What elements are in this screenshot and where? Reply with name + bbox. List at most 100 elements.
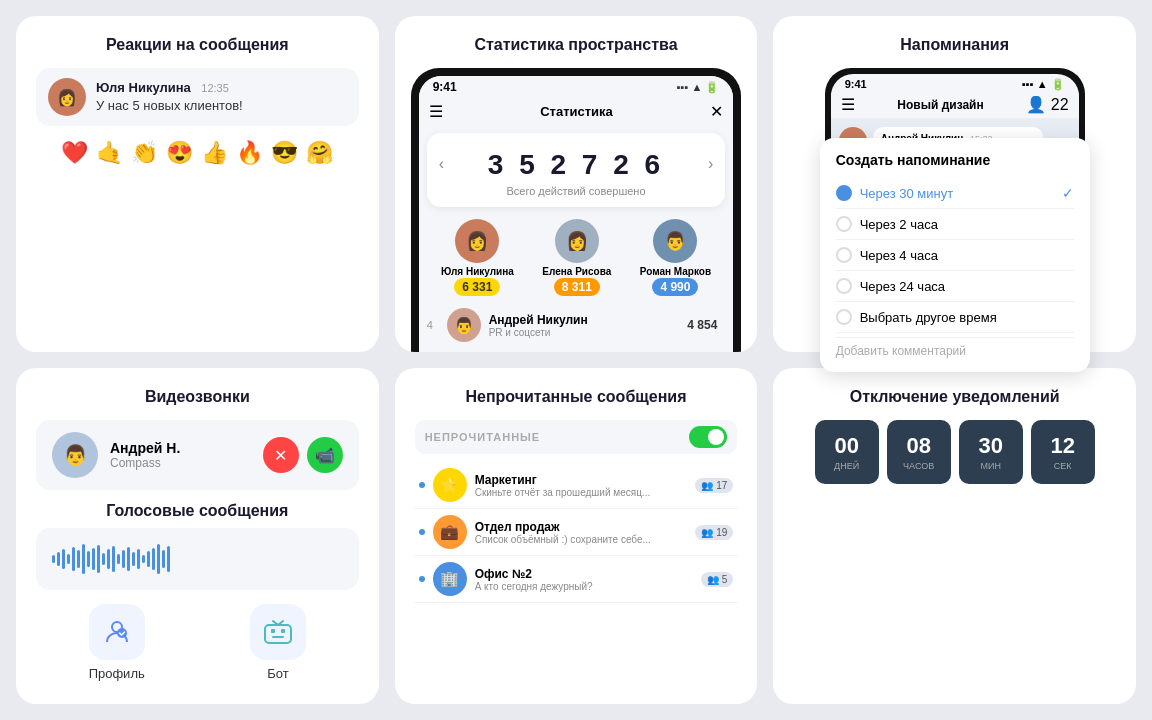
stat-panel: ‹ 3 5 2 7 2 6 › Всего действий совершено bbox=[427, 133, 726, 207]
wave-bar bbox=[52, 555, 55, 563]
r-menu-icon[interactable]: ☰ bbox=[841, 95, 855, 114]
wave-bar bbox=[77, 550, 80, 568]
option-24h[interactable]: Через 24 часа bbox=[836, 271, 1074, 302]
voice-title: Голосовые сообщения bbox=[36, 502, 359, 520]
add-comment[interactable]: Добавить комментарий bbox=[836, 337, 1074, 358]
user-list: 👩 Юля Никулина 6 331 👩 Елена Рисова 8 31… bbox=[419, 213, 734, 352]
radio-custom[interactable] bbox=[836, 309, 852, 325]
menu-icon[interactable]: ☰ bbox=[429, 102, 443, 121]
unread-dot-3 bbox=[419, 576, 425, 582]
radio-24h[interactable] bbox=[836, 278, 852, 294]
avatar-1: 👩 bbox=[455, 219, 499, 263]
wave-bar bbox=[87, 551, 90, 567]
unread-count-2: 👥 19 bbox=[695, 525, 733, 540]
message-content: Юля Никулина 12:35 У нас 5 новых клиенто… bbox=[96, 78, 243, 113]
wave-bar bbox=[127, 547, 130, 571]
unread-header: НЕПРОЧИТАННЫЕ bbox=[415, 420, 738, 454]
unread-dot-2 bbox=[419, 529, 425, 535]
wave-bar bbox=[152, 548, 155, 570]
unread-list: ⭐ Маркетинг Скиньте отчёт за прошедший м… bbox=[415, 462, 738, 603]
message-sender: Юля Никулина bbox=[96, 80, 191, 95]
user-top-2: 👩 Елена Рисова 8 311 bbox=[542, 219, 611, 295]
emoji-thumbs[interactable]: 👍 bbox=[201, 140, 228, 166]
accept-call-button[interactable]: 📹 bbox=[307, 437, 343, 473]
call-info: Андрей Н. Compass bbox=[110, 440, 251, 470]
unread-preview-2: Список объёмный :) сохраните себе... bbox=[475, 534, 688, 545]
wave-bar bbox=[62, 549, 65, 569]
radio-2h[interactable] bbox=[836, 216, 852, 232]
sender-avatar: 👩 bbox=[48, 78, 86, 116]
status-icons: ▪▪▪ ▲ 🔋 bbox=[677, 81, 720, 94]
countdown-min: 30 МИН bbox=[959, 420, 1023, 484]
name-1: Юля Никулина bbox=[441, 266, 514, 277]
option-30min-label: Через 30 минут bbox=[860, 186, 954, 201]
bot-feature[interactable]: Бот bbox=[250, 604, 306, 681]
name-2: Елена Рисова bbox=[542, 266, 611, 277]
unread-name-1: Маркетинг bbox=[475, 473, 688, 487]
profile-feature[interactable]: Профиль bbox=[89, 604, 145, 681]
message-text: У нас 5 новых клиентов! bbox=[96, 98, 243, 113]
option-4h[interactable]: Через 4 часа bbox=[836, 240, 1074, 271]
stat-number: 3 5 2 7 2 6 bbox=[488, 149, 664, 181]
radio-30min[interactable] bbox=[836, 185, 852, 201]
avatar-3: 👨 bbox=[653, 219, 697, 263]
wave-bar bbox=[157, 544, 160, 574]
emoji-cool[interactable]: 😎 bbox=[271, 140, 298, 166]
unread-count-3: 👥 5 bbox=[701, 572, 733, 587]
top-3-row: 👩 Юля Никулина 6 331 👩 Елена Рисова 8 31… bbox=[427, 219, 726, 295]
user-role-4: PR и соцсети bbox=[489, 327, 672, 338]
wave-bar bbox=[97, 545, 100, 573]
close-icon[interactable]: ✕ bbox=[710, 102, 723, 121]
unread-item-2[interactable]: 💼 Отдел продаж Список объёмный :) сохран… bbox=[415, 509, 738, 556]
option-4h-label: Через 4 часа bbox=[860, 248, 938, 263]
wave-bar bbox=[112, 546, 115, 572]
unread-toggle[interactable] bbox=[689, 426, 727, 448]
hours-value: 08 bbox=[906, 433, 930, 459]
name-3: Роман Марков bbox=[640, 266, 711, 277]
option-2h-label: Через 2 часа bbox=[860, 217, 938, 232]
unread-name-3: Офис №2 bbox=[475, 567, 693, 581]
emoji-call[interactable]: 🤙 bbox=[96, 140, 123, 166]
emoji-clap[interactable]: 👏 bbox=[131, 140, 158, 166]
r-user-icon: 👤 22 bbox=[1026, 95, 1068, 114]
unread-label: НЕПРОЧИТАННЫЕ bbox=[425, 431, 541, 443]
stat-desc: Всего действий совершено bbox=[439, 185, 714, 197]
user-score-4: 4 854 bbox=[679, 316, 725, 334]
unread-item-3[interactable]: 🏢 Офис №2 А кто сегодня дежурный? 👥 5 bbox=[415, 556, 738, 603]
wave-bar bbox=[107, 549, 110, 569]
phone-time: 9:41 bbox=[433, 80, 457, 94]
emoji-love[interactable]: 😍 bbox=[166, 140, 193, 166]
emoji-hug[interactable]: 🤗 bbox=[306, 140, 333, 166]
unread-card: Непрочитанные сообщения НЕПРОЧИТАННЫЕ ⭐ … bbox=[395, 368, 758, 704]
option-2h[interactable]: Через 2 часа bbox=[836, 209, 1074, 240]
r-chat-title: Новый дизайн bbox=[897, 98, 983, 112]
decline-call-button[interactable]: ✕ bbox=[263, 437, 299, 473]
wave-bar bbox=[72, 547, 75, 571]
prev-arrow[interactable]: ‹ bbox=[439, 155, 444, 173]
unread-title: Непрочитанные сообщения bbox=[415, 388, 738, 406]
profile-label: Профиль bbox=[89, 666, 145, 681]
radio-4h[interactable] bbox=[836, 247, 852, 263]
option-30min[interactable]: Через 30 минут ✓ bbox=[836, 178, 1074, 209]
main-grid: Реакции на сообщения 👩 Юля Никулина 12:3… bbox=[0, 0, 1152, 720]
video-call-row: 👨 Андрей Н. Compass ✕ 📹 bbox=[36, 420, 359, 490]
emoji-fire[interactable]: 🔥 bbox=[236, 140, 263, 166]
popup-title: Создать напоминание bbox=[836, 152, 1074, 168]
next-arrow[interactable]: › bbox=[708, 155, 713, 173]
profile-icon bbox=[89, 604, 145, 660]
reminders-card: Напоминания 9:41 ▪▪▪ ▲ 🔋 ☰ Новый дизайн … bbox=[773, 16, 1136, 352]
user-row-4: 4 👨 Андрей Никулин PR и соцсети 4 854 bbox=[427, 303, 726, 347]
score-2: 8 311 bbox=[554, 278, 600, 296]
avatar-2: 👩 bbox=[555, 219, 599, 263]
wave-bar bbox=[67, 554, 70, 564]
score-1: 6 331 bbox=[454, 278, 500, 296]
bot-label: Бот bbox=[267, 666, 288, 681]
caller-avatar: 👨 bbox=[52, 432, 98, 478]
unread-dot-1 bbox=[419, 482, 425, 488]
option-custom[interactable]: Выбрать другое время bbox=[836, 302, 1074, 333]
unread-item-1[interactable]: ⭐ Маркетинг Скиньте отчёт за прошедший м… bbox=[415, 462, 738, 509]
wave-bar bbox=[137, 549, 140, 569]
countdown-days: 00 ДНЕЙ bbox=[815, 420, 879, 484]
unread-name-2: Отдел продаж bbox=[475, 520, 688, 534]
emoji-heart[interactable]: ❤️ bbox=[61, 140, 88, 166]
